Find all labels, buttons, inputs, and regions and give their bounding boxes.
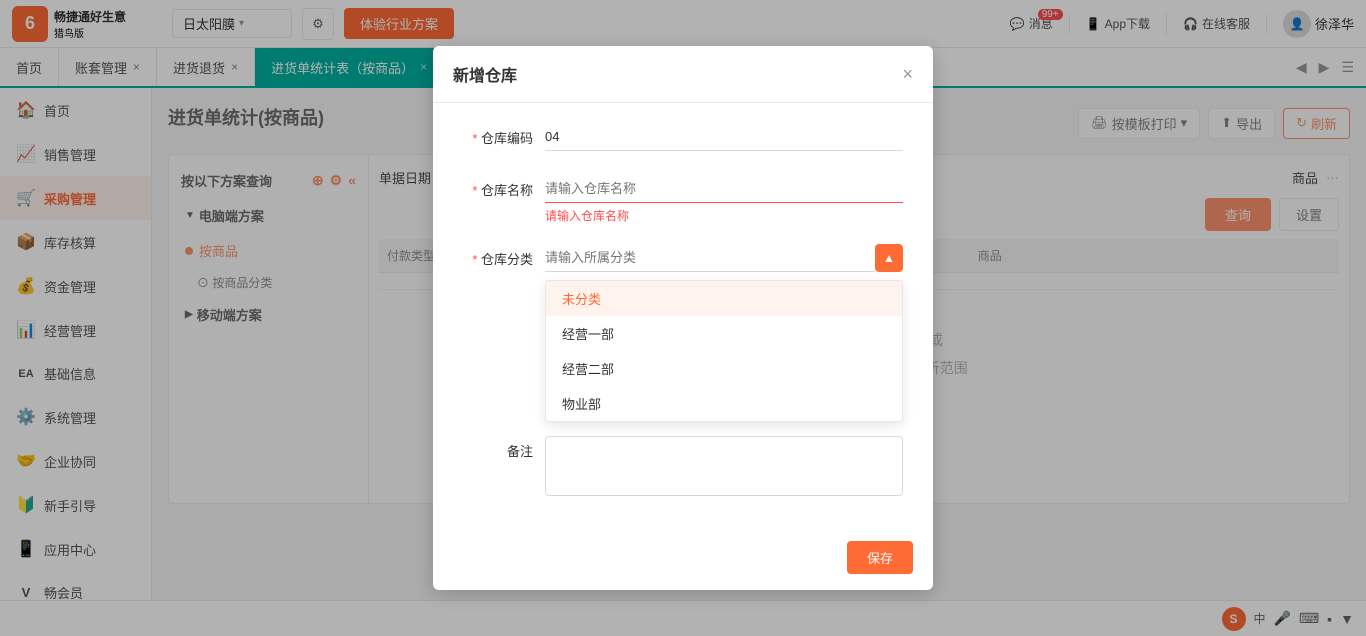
category-input[interactable] xyxy=(545,244,875,272)
required-star3: * xyxy=(472,252,481,267)
category-dropdown-list: 未分类 经营一部 经营二部 物业部 xyxy=(545,280,903,422)
arrow-up-icon: ▲ xyxy=(883,251,895,265)
new-warehouse-dialog: 新增仓库 × * 仓库编码 * 仓库名称 xyxy=(433,46,933,590)
category-field-row: * 仓库分类 ▲ 未分类 经营一部 经营二部 物业 xyxy=(463,244,903,276)
note-control xyxy=(545,436,903,499)
note-label: 备注 xyxy=(463,436,533,468)
warehouse-name-input[interactable] xyxy=(545,175,903,203)
dialog-body: * 仓库编码 * 仓库名称 请输入仓库名称 xyxy=(433,103,933,529)
required-star2: * xyxy=(472,183,481,198)
category-control: ▲ 未分类 经营一部 经营二部 物业部 xyxy=(545,244,903,272)
dropdown-item-uncategorized[interactable]: 未分类 xyxy=(546,281,902,316)
dialog-title: 新增仓库 xyxy=(453,62,517,86)
name-field-row: * 仓库名称 请输入仓库名称 xyxy=(463,175,903,224)
dialog-footer: 保存 xyxy=(433,529,933,590)
name-label: * 仓库名称 xyxy=(463,175,533,207)
name-control: 请输入仓库名称 xyxy=(545,175,903,224)
warehouse-code-input[interactable] xyxy=(545,123,903,151)
dialog-overlay: 新增仓库 × * 仓库编码 * 仓库名称 xyxy=(0,0,1366,636)
dialog-close-btn[interactable]: × xyxy=(902,64,913,85)
category-dropdown-btn[interactable]: ▲ xyxy=(875,244,903,272)
dialog-header: 新增仓库 × xyxy=(433,46,933,103)
code-label: * 仓库编码 xyxy=(463,123,533,155)
required-star: * xyxy=(472,131,481,146)
category-label: * 仓库分类 xyxy=(463,244,533,276)
code-field-row: * 仓库编码 xyxy=(463,123,903,155)
note-textarea[interactable] xyxy=(545,436,903,496)
save-button[interactable]: 保存 xyxy=(847,541,913,574)
code-control xyxy=(545,123,903,151)
dropdown-item-dept2[interactable]: 经营二部 xyxy=(546,351,902,386)
category-select-row: ▲ xyxy=(545,244,903,272)
dropdown-item-dept1[interactable]: 经营一部 xyxy=(546,316,902,351)
dropdown-item-dept3[interactable]: 物业部 xyxy=(546,386,902,421)
note-field-row: 备注 xyxy=(463,436,903,499)
name-error-msg: 请输入仓库名称 xyxy=(545,207,903,224)
